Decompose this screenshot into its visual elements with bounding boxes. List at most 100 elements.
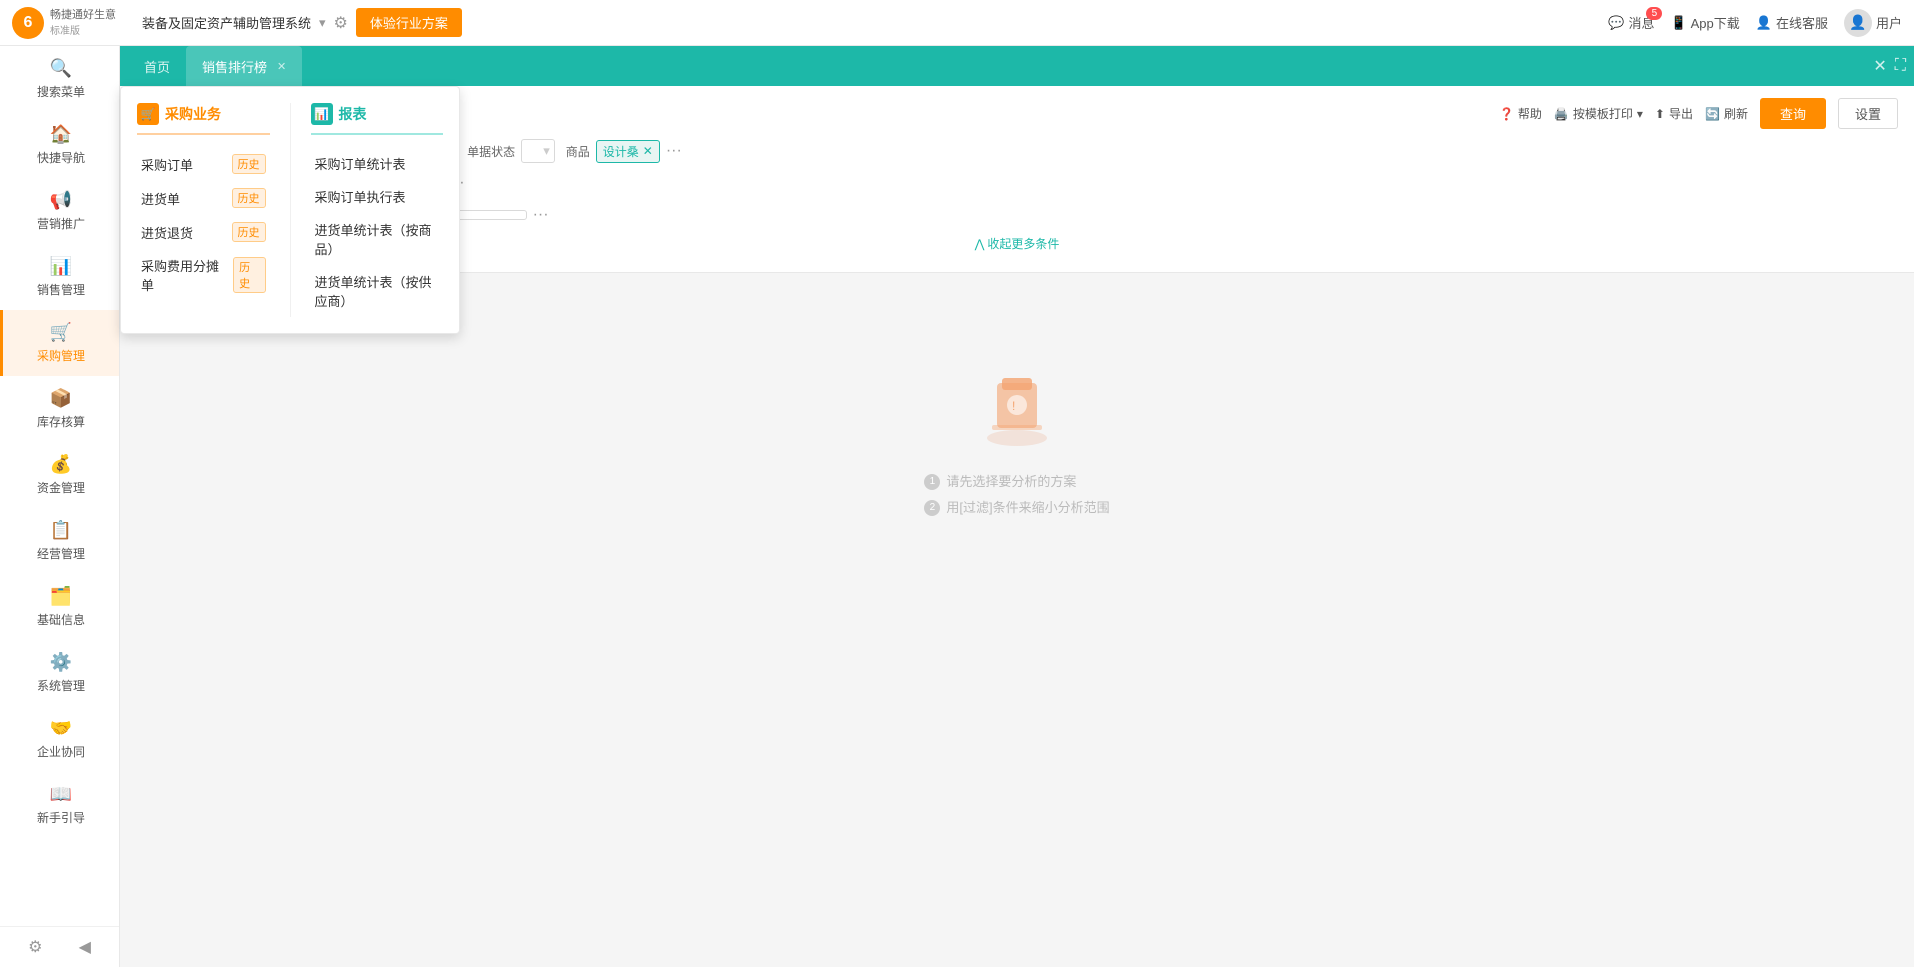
sidebar-collapse-btn[interactable]: ◀ — [79, 937, 91, 957]
title-dropdown-icon[interactable]: ▾ — [319, 15, 326, 31]
dropdown-item-goods-return[interactable]: 进货退货 历史 — [137, 215, 270, 249]
print-icon: 🖨️ — [1554, 107, 1569, 121]
sidebar-item-enterprise[interactable]: 🤝 企业协同 — [0, 706, 119, 772]
goods-tag-close[interactable]: ✕ — [643, 144, 653, 158]
tab-bar-right: ✕ ⛶ — [1873, 56, 1906, 76]
guide-icon: 📖 — [50, 784, 72, 805]
goods-tag: 设计桑 ✕ — [596, 140, 660, 163]
sidebar-item-purchase[interactable]: 🛒 采购管理 — [0, 310, 119, 376]
avatar: 👤 — [1844, 9, 1872, 37]
refresh-btn[interactable]: 🔄 刷新 — [1705, 105, 1748, 122]
help-btn[interactable]: ❓ 帮助 — [1499, 105, 1542, 122]
purchase-col-icon: 🛒 — [137, 103, 159, 125]
sidebar-item-guide[interactable]: 📖 新手引导 — [0, 772, 119, 838]
print-btn[interactable]: 🖨️ 按模板打印 ▾ — [1554, 105, 1643, 122]
help-icon: ❓ — [1499, 107, 1514, 121]
top-center: 装备及固定资产辅助管理系统 ▾ ⚙ 体验行业方案 — [132, 8, 1608, 37]
message-icon: 💬 — [1608, 15, 1624, 31]
enterprise-icon: 🤝 — [50, 718, 72, 739]
goods-filter: 商品 设计桑 ✕ ··· — [566, 140, 682, 163]
settings-icon[interactable]: ⚙ — [334, 13, 348, 33]
history-badge-2: 历史 — [232, 222, 266, 242]
purchase-col: 🛒 采购业务 采购订单 历史 进货单 历史 进货退货 历史 采购费用分摊单 历史 — [137, 103, 270, 317]
status-label: 单据状态 — [467, 143, 515, 160]
window-expand-icon[interactable]: ⛶ — [1895, 57, 1906, 75]
empty-illustration: ! — [967, 353, 1067, 453]
message-badge: 5 — [1646, 7, 1662, 20]
history-badge-1: 历史 — [232, 188, 266, 208]
print-dropdown-icon[interactable]: ▾ — [1637, 107, 1643, 121]
capital-icon: 💰 — [50, 454, 72, 475]
sidebar: 🔍 搜索菜单 🏠 快捷导航 📢 营销推广 📊 销售管理 🛒 采购管理 📦 库存核… — [0, 46, 120, 967]
message-item[interactable]: 💬 消息 5 — [1608, 13, 1654, 32]
goods-label: 商品 — [566, 143, 590, 160]
report-col-title: 📊 报表 — [311, 103, 444, 135]
tab-home[interactable]: 首页 — [128, 46, 186, 86]
purchase-icon: 🛒 — [50, 322, 72, 343]
sidebar-item-inventory[interactable]: 📦 库存核算 — [0, 376, 119, 442]
dropdown-item-goods-in[interactable]: 进货单 历史 — [137, 181, 270, 215]
sidebar-item-operation[interactable]: 📋 经营管理 — [0, 508, 119, 574]
sidebar-item-capital[interactable]: 💰 资金管理 — [0, 442, 119, 508]
window-close-icon[interactable]: ✕ — [1873, 56, 1886, 76]
empty-tip-1: 1 请先选择要分析的方案 — [924, 469, 1109, 495]
tab-bar: 首页 销售排行榜 ✕ ✕ ⛶ — [120, 46, 1914, 86]
sidebar-settings-btn[interactable]: ⚙ — [28, 937, 42, 957]
empty-text: 1 请先选择要分析的方案 2 用[过滤]条件来缩小分析范围 — [924, 469, 1109, 521]
status-dropdown-icon: ▾ — [543, 143, 550, 159]
user-item[interactable]: 👤 用户 — [1844, 9, 1902, 37]
sidebar-item-quick[interactable]: 🏠 快捷导航 — [0, 112, 119, 178]
tab-close-icon[interactable]: ✕ — [277, 60, 286, 73]
sidebar-item-marketing[interactable]: 📢 营销推广 — [0, 178, 119, 244]
dropdown-item-goods-stat[interactable]: 进货单统计表（按商品） — [311, 213, 444, 265]
collapse-btn[interactable]: ⋀ 收起更多条件 — [975, 235, 1060, 252]
empty-tip-2: 2 用[过滤]条件来缩小分析范围 — [924, 495, 1109, 521]
online-service-item[interactable]: 👤 在线客服 — [1756, 13, 1828, 32]
logo-title: 畅捷通好生意 — [50, 8, 116, 22]
system-title: 装备及固定资产辅助管理系统 — [142, 13, 311, 32]
dropdown-item-purchase-order[interactable]: 采购订单 历史 — [137, 147, 270, 181]
search-icon: 🔍 — [50, 58, 72, 79]
top-bar: 6 畅捷通好生意 标准版 装备及固定资产辅助管理系统 ▾ ⚙ 体验行业方案 💬 … — [0, 0, 1914, 46]
report-col-icon: 📊 — [311, 103, 333, 125]
sales-icon: 📊 — [50, 256, 72, 277]
sidebar-item-search[interactable]: 🔍 搜索菜单 — [0, 46, 119, 112]
sidebar-item-system[interactable]: ⚙️ 系统管理 — [0, 640, 119, 706]
marketing-icon: 📢 — [50, 190, 72, 211]
history-badge-0: 历史 — [232, 154, 266, 174]
logo-area: 6 畅捷通好生意 标准版 — [12, 7, 132, 39]
system-icon: ⚙️ — [50, 652, 72, 673]
status-select[interactable] — [521, 139, 555, 163]
purchase-dropdown-menu: 🛒 采购业务 采购订单 历史 进货单 历史 进货退货 历史 采购费用分摊单 历史… — [120, 86, 460, 334]
collapse-icon: ⋀ — [975, 237, 985, 251]
dropdown-item-order-exec[interactable]: 采购订单执行表 — [311, 180, 444, 213]
filter-settings-btn[interactable]: 设置 — [1838, 98, 1898, 129]
menu-divider — [290, 103, 291, 317]
sidebar-bottom: ⚙ ◀ — [0, 926, 119, 967]
export-icon: ⬆ — [1655, 107, 1665, 121]
status-filter: 单据状态 ▾ — [467, 139, 550, 163]
industry-btn[interactable]: 体验行业方案 — [356, 8, 462, 37]
tab-sales-rank[interactable]: 销售排行榜 ✕ — [186, 46, 302, 86]
dropdown-item-order-stat[interactable]: 采购订单统计表 — [311, 147, 444, 180]
dropdown-item-purchase-expense[interactable]: 采购费用分摊单 历史 — [137, 249, 270, 301]
report-col: 📊 报表 采购订单统计表 采购订单执行表 进货单统计表（按商品） 进货单统计表（… — [311, 103, 444, 317]
home-icon: 🏠 — [50, 124, 72, 145]
refresh-icon: 🔄 — [1705, 107, 1720, 121]
app-download-item[interactable]: 📱 App下载 — [1670, 13, 1739, 32]
query-btn[interactable]: 查询 — [1760, 98, 1826, 129]
sidebar-item-basic[interactable]: 🗂️ 基础信息 — [0, 574, 119, 640]
top-right: 💬 消息 5 📱 App下载 👤 在线客服 👤 用户 — [1608, 9, 1902, 37]
operation-icon: 📋 — [50, 520, 72, 541]
dropdown-item-supplier-stat[interactable]: 进货单统计表（按供应商） — [311, 265, 444, 317]
basic-icon: 🗂️ — [50, 586, 72, 607]
phone-icon: 📱 — [1670, 15, 1686, 31]
inventory-icon: 📦 — [50, 388, 72, 409]
goods-more-btn[interactable]: ··· — [666, 142, 682, 160]
sidebar-item-sales[interactable]: 📊 销售管理 — [0, 244, 119, 310]
history-badge-3: 历史 — [233, 257, 265, 293]
export-btn[interactable]: ⬆ 导出 — [1655, 105, 1693, 122]
purchase-col-title: 🛒 采购业务 — [137, 103, 270, 135]
customer-more-btn[interactable]: ··· — [533, 206, 549, 224]
svg-text:!: ! — [1012, 399, 1015, 413]
